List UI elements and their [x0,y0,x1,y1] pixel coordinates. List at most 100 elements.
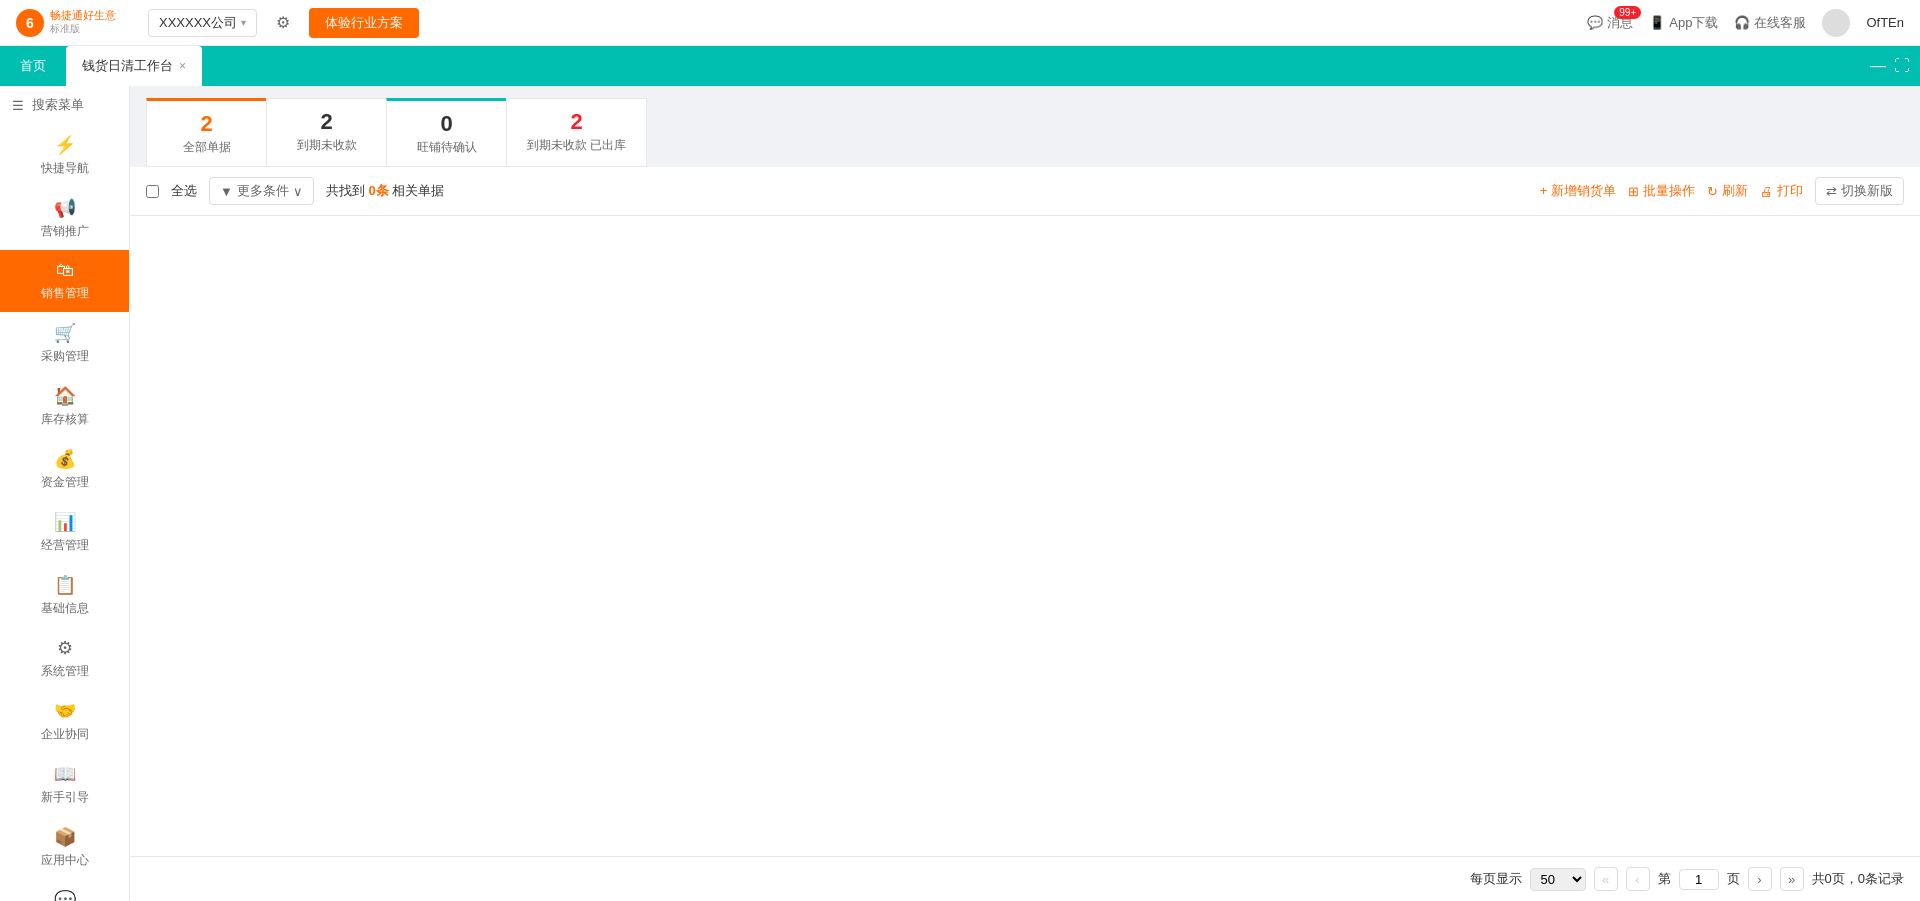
purchase-icon: 🛒 [54,322,76,344]
sidebar-item-operation[interactable]: 📊 经营管理 [0,501,129,564]
avatar[interactable] [1822,9,1850,37]
app-download-icon: 📱 [1649,15,1665,30]
tab-active[interactable]: 钱货日清工作台 × [66,46,202,86]
refresh-button[interactable]: ↻ 刷新 [1707,182,1748,200]
sidebar-item-inventory[interactable]: 🏠 库存核算 [0,375,129,438]
select-all-label: 全选 [171,182,197,200]
wechat-icon: 💬 [54,889,76,901]
page-label: 第 [1658,870,1671,888]
tab-bar-actions: — ⛶ [1870,57,1920,75]
found-suffix: 相关单据 [392,183,444,198]
sidebar-item-basic-info[interactable]: 📋 基础信息 [0,564,129,627]
found-count: 0条 [369,183,389,198]
message-badge: 99+ [1614,6,1641,19]
sidebar-label-system: 系统管理 [41,663,89,680]
sidebar-label-purchase: 采购管理 [41,348,89,365]
stat-tab-pending[interactable]: 0 旺铺待确认 [386,98,506,167]
select-all-checkbox[interactable] [146,185,159,198]
filter-label: 更多条件 [237,182,289,200]
inventory-icon: 🏠 [54,385,76,407]
tab-close-icon[interactable]: × [179,59,186,73]
batch-label: 批量操作 [1643,182,1695,200]
sidebar-item-purchase[interactable]: 🛒 采购管理 [0,312,129,375]
logo-badge: 标准版 [50,22,116,36]
per-page-select[interactable]: 50 100 200 [1530,868,1586,891]
filter-button[interactable]: ▼ 更多条件 ∨ [209,177,314,205]
switch-icon: ⇄ [1826,184,1837,199]
toolbar-right: + 新增销货单 ⊞ 批量操作 ↻ 刷新 🖨 打印 ⇄ [1540,177,1904,205]
online-service-button[interactable]: 🎧 在线客服 [1734,14,1806,32]
top-header: 6 畅捷通好生意 标准版 XXXXXX公司 ▾ ⚙ 体验行业方案 💬 消息 99… [0,0,1920,46]
page-input[interactable] [1679,869,1719,890]
per-page-label: 每页显示 [1470,870,1522,888]
next-page-button[interactable]: › [1748,867,1772,891]
logo-icon: 6 [16,9,44,37]
app-center-icon: 📦 [54,826,76,848]
tab-bar: 首页 钱货日清工作台 × — ⛶ [0,46,1920,86]
stat-tab-shipped[interactable]: 2 到期未收款 已出库 [506,98,647,167]
sidebar-item-finance[interactable]: 💰 资金管理 [0,438,129,501]
stats-tabs: 2 全部单据 2 到期未收款 0 旺铺待确认 2 到期未收款 已出库 [130,86,1920,167]
print-button[interactable]: 🖨 打印 [1760,182,1803,200]
guide-icon: 📖 [54,763,76,785]
content-panel: 全选 ▼ 更多条件 ∨ 共找到 0条 相关单据 + 新增销货单 ⊞ [130,167,1920,901]
company-selector[interactable]: XXXXXX公司 ▾ [148,9,257,37]
page-suffix: 页 [1727,870,1740,888]
sidebar-item-app-center[interactable]: 📦 应用中心 [0,816,129,879]
stat-all-number: 2 [167,111,246,137]
sales-icon: 🛍 [56,260,74,281]
add-sales-order-button[interactable]: + 新增销货单 [1540,182,1616,200]
last-page-button[interactable]: » [1780,867,1804,891]
sidebar-item-sales[interactable]: 🛍 销售管理 [0,250,129,312]
settings-button[interactable]: ⚙ [269,9,297,37]
pagination: 每页显示 50 100 200 « ‹ 第 页 › » 共0页，0条记录 [130,856,1920,901]
stat-tab-all[interactable]: 2 全部单据 [146,98,266,167]
first-page-button[interactable]: « [1594,867,1618,891]
enterprise-icon: 🤝 [54,700,76,722]
sidebar-item-marketing[interactable]: 📢 营销推广 [0,187,129,250]
total-label: 共0页，0条记录 [1812,870,1904,888]
sidebar-item-wechat[interactable]: 💬 企业微信 [0,879,129,901]
batch-operation-button[interactable]: ⊞ 批量操作 [1628,182,1695,200]
tab-minimize-icon[interactable]: — [1870,57,1886,75]
app-download-label: App下载 [1669,14,1718,32]
table-area [130,216,1920,856]
content-area: 2 全部单据 2 到期未收款 0 旺铺待确认 2 到期未收款 已出库 [130,86,1920,901]
user-name[interactable]: OfTEn [1866,15,1904,30]
toolbar: 全选 ▼ 更多条件 ∨ 共找到 0条 相关单据 + 新增销货单 ⊞ [130,167,1920,216]
switch-label: 切换新版 [1841,182,1893,200]
stat-overdue-label: 到期未收款 [287,137,366,154]
sidebar-item-quick-nav[interactable]: ⚡ 快捷导航 [0,124,129,187]
message-button[interactable]: 💬 消息 99+ [1587,14,1633,32]
sidebar-label-basic-info: 基础信息 [41,600,89,617]
logo-area: 6 畅捷通好生意 标准版 [16,9,136,37]
sidebar-label-operation: 经营管理 [41,537,89,554]
sidebar-search[interactable]: ☰ 搜索菜单 [0,86,129,124]
filter-icon: ▼ [220,184,233,199]
sidebar-item-guide[interactable]: 📖 新手引导 [0,753,129,816]
tab-maximize-icon[interactable]: ⛶ [1894,57,1910,75]
marketing-icon: 📢 [54,197,76,219]
header-left: 6 畅捷通好生意 标准版 XXXXXX公司 ▾ ⚙ 体验行业方案 [16,8,419,38]
online-service-label: 在线客服 [1754,14,1806,32]
switch-version-button[interactable]: ⇄ 切换新版 [1815,177,1904,205]
logo-text: 畅捷通好生意 [50,9,116,22]
app-download-button[interactable]: 📱 App下载 [1649,14,1718,32]
company-chevron-icon: ▾ [241,17,246,28]
tab-home[interactable]: 首页 [0,46,66,86]
sidebar-item-system[interactable]: ⚙ 系统管理 [0,627,129,690]
system-icon: ⚙ [57,637,73,659]
experience-button[interactable]: 体验行业方案 [309,8,419,38]
sidebar-item-enterprise[interactable]: 🤝 企业协同 [0,690,129,753]
online-service-icon: 🎧 [1734,15,1750,30]
sidebar-label-sales: 销售管理 [41,285,89,302]
print-icon: 🖨 [1760,184,1773,199]
stat-tab-overdue[interactable]: 2 到期未收款 [266,98,386,167]
sidebar-label-guide: 新手引导 [41,789,89,806]
sidebar-label-quick-nav: 快捷导航 [41,160,89,177]
refresh-icon: ↻ [1707,184,1718,199]
prev-page-button[interactable]: ‹ [1626,867,1650,891]
stat-pending-number: 0 [407,111,486,137]
sidebar-label-inventory: 库存核算 [41,411,89,428]
sidebar-label-marketing: 营销推广 [41,223,89,240]
